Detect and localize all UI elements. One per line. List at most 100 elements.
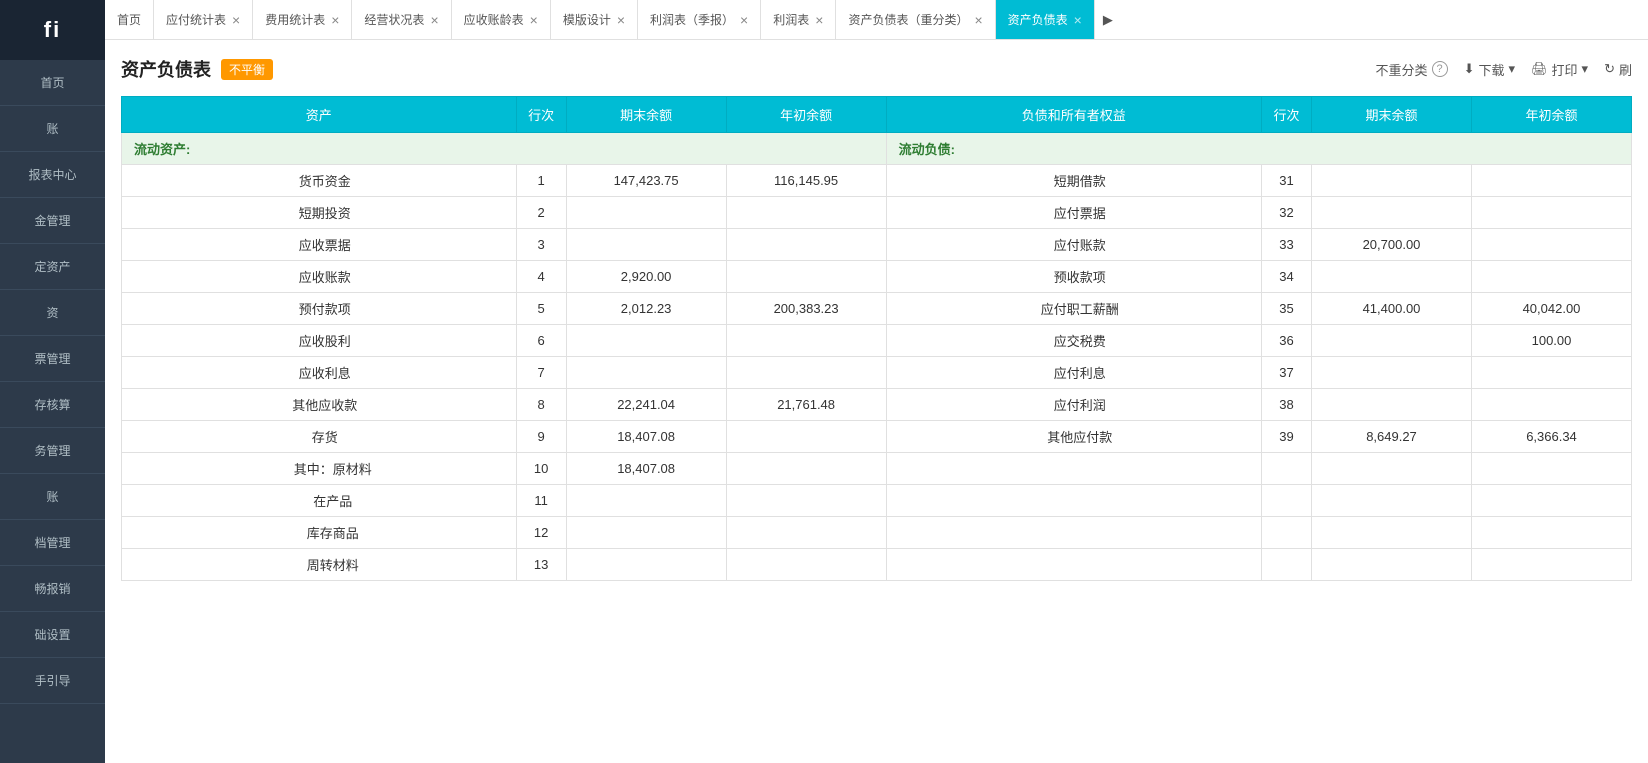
cell-right-rownum: 35 bbox=[1262, 293, 1312, 325]
balance-sheet-table: 资产 行次 期末余额 年初余额 负债和所有者权益 行次 期末余额 年初余额 流动… bbox=[121, 96, 1632, 581]
print-action[interactable]: 🖨 打印 ▾ bbox=[1531, 60, 1588, 79]
tab-close-receivable-aging[interactable]: × bbox=[530, 13, 538, 27]
table-row: 存货 9 18,407.08 其他应付款 39 8,649.27 6,366.3… bbox=[122, 421, 1632, 453]
cell-right-end: 20,700.00 bbox=[1312, 229, 1472, 261]
tab-home[interactable]: 首页 bbox=[105, 0, 154, 40]
cell-right-rownum: 39 bbox=[1262, 421, 1312, 453]
cell-right-label: 应付利润 bbox=[886, 389, 1261, 421]
tab-receivable-aging[interactable]: 应收账龄表 × bbox=[452, 0, 551, 40]
cell-right-end bbox=[1312, 197, 1472, 229]
tab-expense-stats[interactable]: 费用统计表 × bbox=[253, 0, 352, 40]
tab-profit[interactable]: 利润表 × bbox=[761, 0, 836, 40]
page-title: 资产负债表 bbox=[121, 56, 211, 82]
tab-close-profit[interactable]: × bbox=[815, 13, 823, 27]
tab-close-profit-quarterly[interactable]: × bbox=[740, 13, 748, 27]
cell-right-beg: 6,366.34 bbox=[1472, 421, 1632, 453]
cell-left-label: 其他应收款 bbox=[122, 389, 517, 421]
cell-right-label: 应付利息 bbox=[886, 357, 1261, 389]
cell-right-beg bbox=[1472, 261, 1632, 293]
cell-right-label: 应付账款 bbox=[886, 229, 1261, 261]
cell-right-beg bbox=[1472, 453, 1632, 485]
cell-left-rownum: 1 bbox=[516, 165, 566, 197]
tab-payable-stats[interactable]: 应付统计表 × bbox=[154, 0, 253, 40]
tab-close-operation[interactable]: × bbox=[430, 13, 438, 27]
cell-left-rownum: 13 bbox=[516, 549, 566, 581]
cell-right-rownum: 31 bbox=[1262, 165, 1312, 197]
cell-left-end: 2,920.00 bbox=[566, 261, 726, 293]
tab-close-payable-stats[interactable]: × bbox=[232, 13, 240, 27]
cell-right-rownum bbox=[1262, 517, 1312, 549]
sidebar: fi 首页 账 报表中心 金管理 定资产 资 票管理 存核算 务管理 账 档管理… bbox=[0, 0, 105, 763]
cell-left-label: 应收账款 bbox=[122, 261, 517, 293]
tab-close-balance-reclassified[interactable]: × bbox=[974, 13, 982, 27]
cell-right-end bbox=[1312, 261, 1472, 293]
table-row: 在产品 11 bbox=[122, 485, 1632, 517]
download-icon: ⬇ bbox=[1464, 61, 1475, 77]
sidebar-item-file-management[interactable]: 档管理 bbox=[0, 520, 105, 566]
no-reclassify-action[interactable]: 不重分类 ? bbox=[1376, 60, 1448, 79]
cell-right-label bbox=[886, 485, 1261, 517]
tab-profit-quarterly[interactable]: 利润表（季报） × bbox=[638, 0, 761, 40]
tab-close-expense-stats[interactable]: × bbox=[331, 13, 339, 27]
cell-right-end: 41,400.00 bbox=[1312, 293, 1472, 325]
cell-left-beg bbox=[726, 517, 886, 549]
sidebar-item-fund-management[interactable]: 金管理 bbox=[0, 198, 105, 244]
tab-close-template-design[interactable]: × bbox=[617, 13, 625, 27]
table-row: 应收股利 6 应交税费 36 100.00 bbox=[122, 325, 1632, 357]
sidebar-item-asset[interactable]: 资 bbox=[0, 290, 105, 336]
sidebar-item-home[interactable]: 首页 bbox=[0, 60, 105, 106]
th-beg-balance-right: 年初余额 bbox=[1472, 97, 1632, 133]
sidebar-item-basic-settings[interactable]: 础设置 bbox=[0, 612, 105, 658]
cell-left-label: 在产品 bbox=[122, 485, 517, 517]
cell-right-end: 8,649.27 bbox=[1312, 421, 1472, 453]
cell-left-rownum: 8 bbox=[516, 389, 566, 421]
download-action[interactable]: ⬇ 下载 ▾ bbox=[1464, 60, 1515, 79]
cell-left-end bbox=[566, 485, 726, 517]
cell-left-end: 2,012.23 bbox=[566, 293, 726, 325]
cell-left-rownum: 6 bbox=[516, 325, 566, 357]
unbalanced-badge: 不平衡 bbox=[221, 59, 273, 80]
tab-scroll-right[interactable]: ▶ bbox=[1095, 0, 1121, 40]
cell-left-beg: 21,761.48 bbox=[726, 389, 886, 421]
th-asset: 资产 bbox=[122, 97, 517, 133]
cell-left-label: 周转材料 bbox=[122, 549, 517, 581]
sidebar-item-inventory[interactable]: 存核算 bbox=[0, 382, 105, 428]
section-left-current-assets: 流动资产: bbox=[122, 133, 887, 165]
sidebar-item-bill-management[interactable]: 票管理 bbox=[0, 336, 105, 382]
content-area: 资产负债表 不平衡 不重分类 ? ⬇ 下载 ▾ 🖨 打印 ▾ bbox=[105, 40, 1648, 763]
table-row: 应收票据 3 应付账款 33 20,700.00 bbox=[122, 229, 1632, 261]
sidebar-item-task-management[interactable]: 务管理 bbox=[0, 428, 105, 474]
table-row: 预付款项 5 2,012.23 200,383.23 应付职工薪酬 35 41,… bbox=[122, 293, 1632, 325]
sidebar-item-report-center[interactable]: 报表中心 bbox=[0, 152, 105, 198]
cell-left-label: 其中：原材料 bbox=[122, 453, 517, 485]
cell-left-end bbox=[566, 549, 726, 581]
cell-left-beg bbox=[726, 197, 886, 229]
cell-right-rownum: 34 bbox=[1262, 261, 1312, 293]
refresh-action[interactable]: ↻ 刷 bbox=[1604, 60, 1632, 79]
tab-balance-reclassified[interactable]: 资产负债表（重分类） × bbox=[836, 0, 995, 40]
cell-left-rownum: 11 bbox=[516, 485, 566, 517]
sidebar-item-account[interactable]: 账 bbox=[0, 106, 105, 152]
cell-left-beg bbox=[726, 549, 886, 581]
cell-right-beg bbox=[1472, 229, 1632, 261]
sidebar-item-expense[interactable]: 畅报销 bbox=[0, 566, 105, 612]
tab-operation[interactable]: 经营状况表 × bbox=[352, 0, 451, 40]
cell-left-end bbox=[566, 325, 726, 357]
sidebar-item-fixed-assets[interactable]: 定资产 bbox=[0, 244, 105, 290]
tab-close-balance[interactable]: × bbox=[1074, 13, 1082, 27]
table-row: 货币资金 1 147,423.75 116,145.95 短期借款 31 bbox=[122, 165, 1632, 197]
cell-left-beg: 116,145.95 bbox=[726, 165, 886, 197]
cell-left-end: 18,407.08 bbox=[566, 421, 726, 453]
cell-right-rownum: 33 bbox=[1262, 229, 1312, 261]
cell-left-beg bbox=[726, 229, 886, 261]
cell-right-beg: 100.00 bbox=[1472, 325, 1632, 357]
cell-left-beg bbox=[726, 261, 886, 293]
sidebar-item-guide[interactable]: 手引导 bbox=[0, 658, 105, 704]
cell-left-beg bbox=[726, 485, 886, 517]
sidebar-item-ledger[interactable]: 账 bbox=[0, 474, 105, 520]
main: 首页 应付统计表 × 费用统计表 × 经营状况表 × 应收账龄表 × 模版设计 … bbox=[105, 0, 1648, 763]
section-right-current-liabilities: 流动负债: bbox=[886, 133, 1631, 165]
tab-balance[interactable]: 资产负债表 × bbox=[996, 0, 1095, 40]
tab-template-design[interactable]: 模版设计 × bbox=[551, 0, 638, 40]
cell-left-rownum: 4 bbox=[516, 261, 566, 293]
